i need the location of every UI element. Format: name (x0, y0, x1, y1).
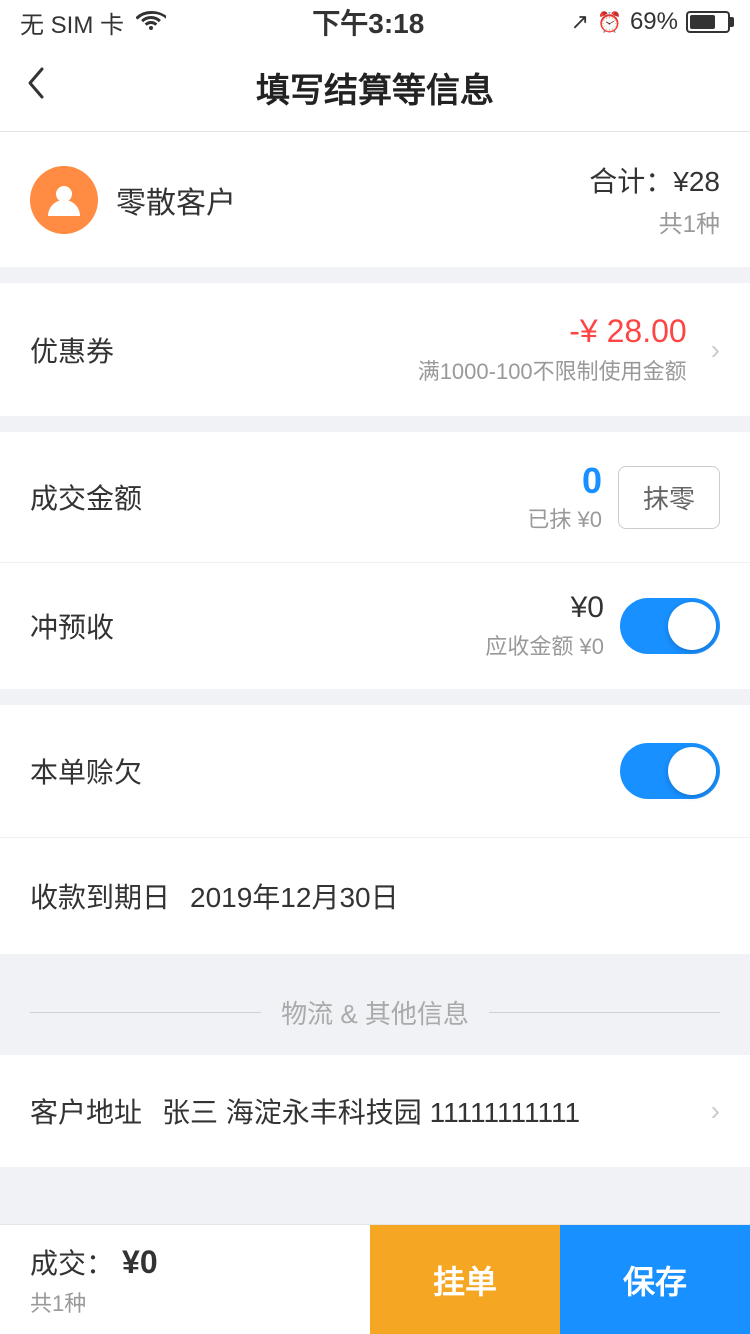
customer-row: 零散客户 合计：¥28 共1种 (0, 132, 750, 267)
customer-name: 零散客户 (116, 178, 236, 222)
back-button[interactable] (24, 65, 48, 110)
avatar (30, 166, 98, 234)
alarm-icon: ⏰ (597, 10, 622, 35)
divider-line-right (489, 1012, 720, 1013)
user-icon (44, 180, 84, 220)
toggle-knob (668, 602, 716, 650)
pre-collect-right: ¥0 应收金额 ¥0 (485, 591, 720, 661)
status-right: ↗ ⏰ 69% (571, 8, 730, 36)
deal-amount-row: 成交金额 0 已抹 ¥0 抹零 (0, 432, 750, 563)
status-left: 无 SIM 卡 (20, 5, 166, 40)
debt-label: 本单赊欠 (30, 751, 142, 791)
customer-right: 合计：¥28 共1种 (589, 160, 720, 239)
bottom-summary: 成交： ¥0 共1种 (0, 1242, 370, 1318)
chevron-right-icon: › (711, 334, 720, 366)
pre-collect-sub: 应收金额 ¥0 (485, 629, 604, 661)
address-row[interactable]: 客户地址 张三 海淀永丰科技园 11111111111 › (0, 1055, 750, 1167)
debt-toggle-knob (668, 747, 716, 795)
deal-amount-value: 0 (527, 460, 602, 502)
bottom-bar: 成交： ¥0 共1种 挂单 保存 (0, 1224, 750, 1334)
coupon-description: 满1000-100不限制使用金额 (418, 354, 687, 386)
address-chevron-icon: › (711, 1095, 720, 1127)
round-button[interactable]: 抹零 (618, 466, 720, 529)
deal-amount-section: 成交金额 0 已抹 ¥0 抹零 冲预收 ¥0 应收金额 ¥0 (0, 432, 750, 689)
content: 零散客户 合计：¥28 共1种 优惠券 -¥ 28.00 满1000-100不限… (0, 132, 750, 1303)
pre-collect-amount: ¥0 (485, 591, 604, 625)
pre-collect-row: 冲预收 ¥0 应收金额 ¥0 (0, 563, 750, 689)
battery-label: 69% (630, 8, 678, 36)
pre-collect-label: 冲预收 (30, 606, 114, 646)
bottom-deal-label: 成交： (30, 1242, 114, 1282)
pre-collect-toggle[interactable] (620, 598, 720, 654)
address-value: 张三 海淀永丰科技园 11111111111 (162, 1091, 703, 1131)
customer-left: 零散客户 (30, 166, 236, 234)
wifi-icon (136, 8, 166, 36)
debt-toggle[interactable] (620, 743, 720, 799)
nav-bar: 填写结算等信息 (0, 44, 750, 132)
deal-amount-right: 0 已抹 ¥0 抹零 (527, 460, 720, 534)
coupon-section: 优惠券 -¥ 28.00 满1000-100不限制使用金额 › (0, 283, 750, 416)
total-amount: 合计：¥28 (589, 160, 720, 200)
deal-amount-label: 成交金额 (30, 477, 142, 517)
coupon-right: -¥ 28.00 满1000-100不限制使用金额 › (418, 313, 720, 386)
location-icon: ↗ (571, 9, 589, 35)
bottom-count: 共1种 (30, 1286, 340, 1318)
address-section: 客户地址 张三 海淀永丰科技园 11111111111 › (0, 1055, 750, 1167)
address-label: 客户地址 (30, 1091, 142, 1131)
deal-amount-sub: 已抹 ¥0 (527, 502, 602, 534)
due-date-label: 收款到期日 (30, 876, 170, 916)
due-date-value[interactable]: 2019年12月30日 (190, 876, 399, 916)
save-button[interactable]: 保存 (560, 1225, 750, 1334)
time-label: 下午3:18 (312, 2, 424, 42)
page-title: 填写结算等信息 (256, 63, 494, 112)
hold-button[interactable]: 挂单 (370, 1225, 560, 1334)
debt-section: 本单赊欠 收款到期日 2019年12月30日 (0, 705, 750, 954)
bottom-deal-row: 成交： ¥0 (30, 1242, 340, 1282)
coupon-discount: -¥ 28.00 (418, 313, 687, 350)
due-date-row: 收款到期日 2019年12月30日 (0, 838, 750, 954)
coupon-row[interactable]: 优惠券 -¥ 28.00 满1000-100不限制使用金额 › (0, 283, 750, 416)
bottom-deal-amount: ¥0 (122, 1244, 158, 1281)
logistics-divider: 物流 & 其他信息 (0, 970, 750, 1055)
logistics-label: 物流 & 其他信息 (281, 994, 469, 1031)
divider-line-left (30, 1012, 261, 1013)
coupon-label: 优惠券 (30, 330, 114, 370)
total-count: 共1种 (589, 204, 720, 239)
debt-row: 本单赊欠 (0, 705, 750, 838)
carrier-label: 无 SIM 卡 (20, 5, 124, 40)
status-bar: 无 SIM 卡 下午3:18 ↗ ⏰ 69% (0, 0, 750, 44)
battery-icon (686, 11, 730, 33)
customer-section: 零散客户 合计：¥28 共1种 (0, 132, 750, 267)
